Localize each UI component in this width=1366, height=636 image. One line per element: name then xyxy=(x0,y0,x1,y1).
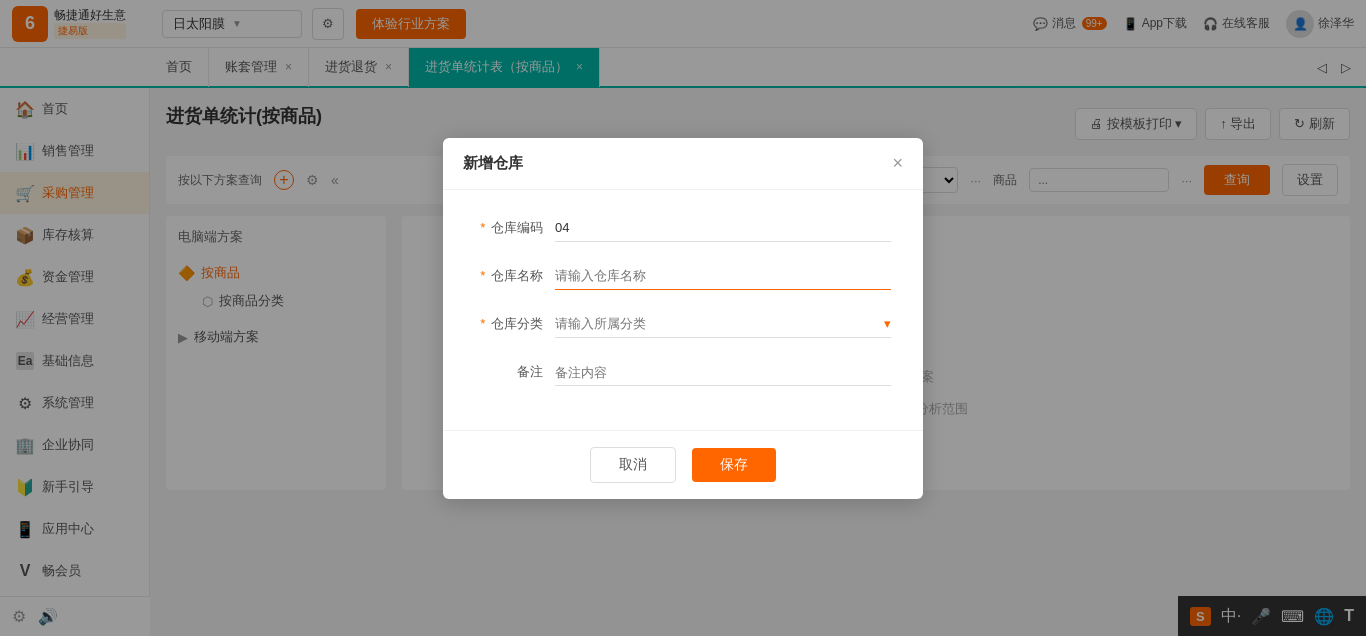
category-required: * xyxy=(480,316,485,331)
dialog-title: 新增仓库 xyxy=(463,154,523,173)
note-label: 备注 xyxy=(475,363,555,381)
dialog-body: * 仓库编码 * 仓库名称 * 仓库分类 xyxy=(443,190,923,430)
warehouse-code-input[interactable] xyxy=(555,214,891,242)
category-input[interactable] xyxy=(555,316,884,331)
category-select-wrap[interactable]: ▾ xyxy=(555,310,891,338)
dialog-header: 新增仓库 × xyxy=(443,138,923,190)
dialog-close-button[interactable]: × xyxy=(892,154,903,172)
form-row-category: * 仓库分类 ▾ xyxy=(475,310,891,338)
form-row-note: 备注 xyxy=(475,358,891,386)
modal-overlay[interactable]: 新增仓库 × * 仓库编码 * 仓库名称 xyxy=(0,0,1366,636)
name-label: * 仓库名称 xyxy=(475,267,555,285)
form-row-code: * 仓库编码 xyxy=(475,214,891,242)
add-warehouse-dialog: 新增仓库 × * 仓库编码 * 仓库名称 xyxy=(443,138,923,499)
dialog-footer: 取消 保存 xyxy=(443,430,923,499)
category-dropdown-icon[interactable]: ▾ xyxy=(884,316,891,331)
note-textarea[interactable] xyxy=(555,358,891,386)
cancel-button[interactable]: 取消 xyxy=(590,447,676,483)
category-label: * 仓库分类 xyxy=(475,315,555,333)
name-required: * xyxy=(480,268,485,283)
form-row-name: * 仓库名称 xyxy=(475,262,891,290)
save-button[interactable]: 保存 xyxy=(692,448,776,482)
code-required: * xyxy=(480,220,485,235)
warehouse-name-input[interactable] xyxy=(555,262,891,290)
code-label: * 仓库编码 xyxy=(475,219,555,237)
